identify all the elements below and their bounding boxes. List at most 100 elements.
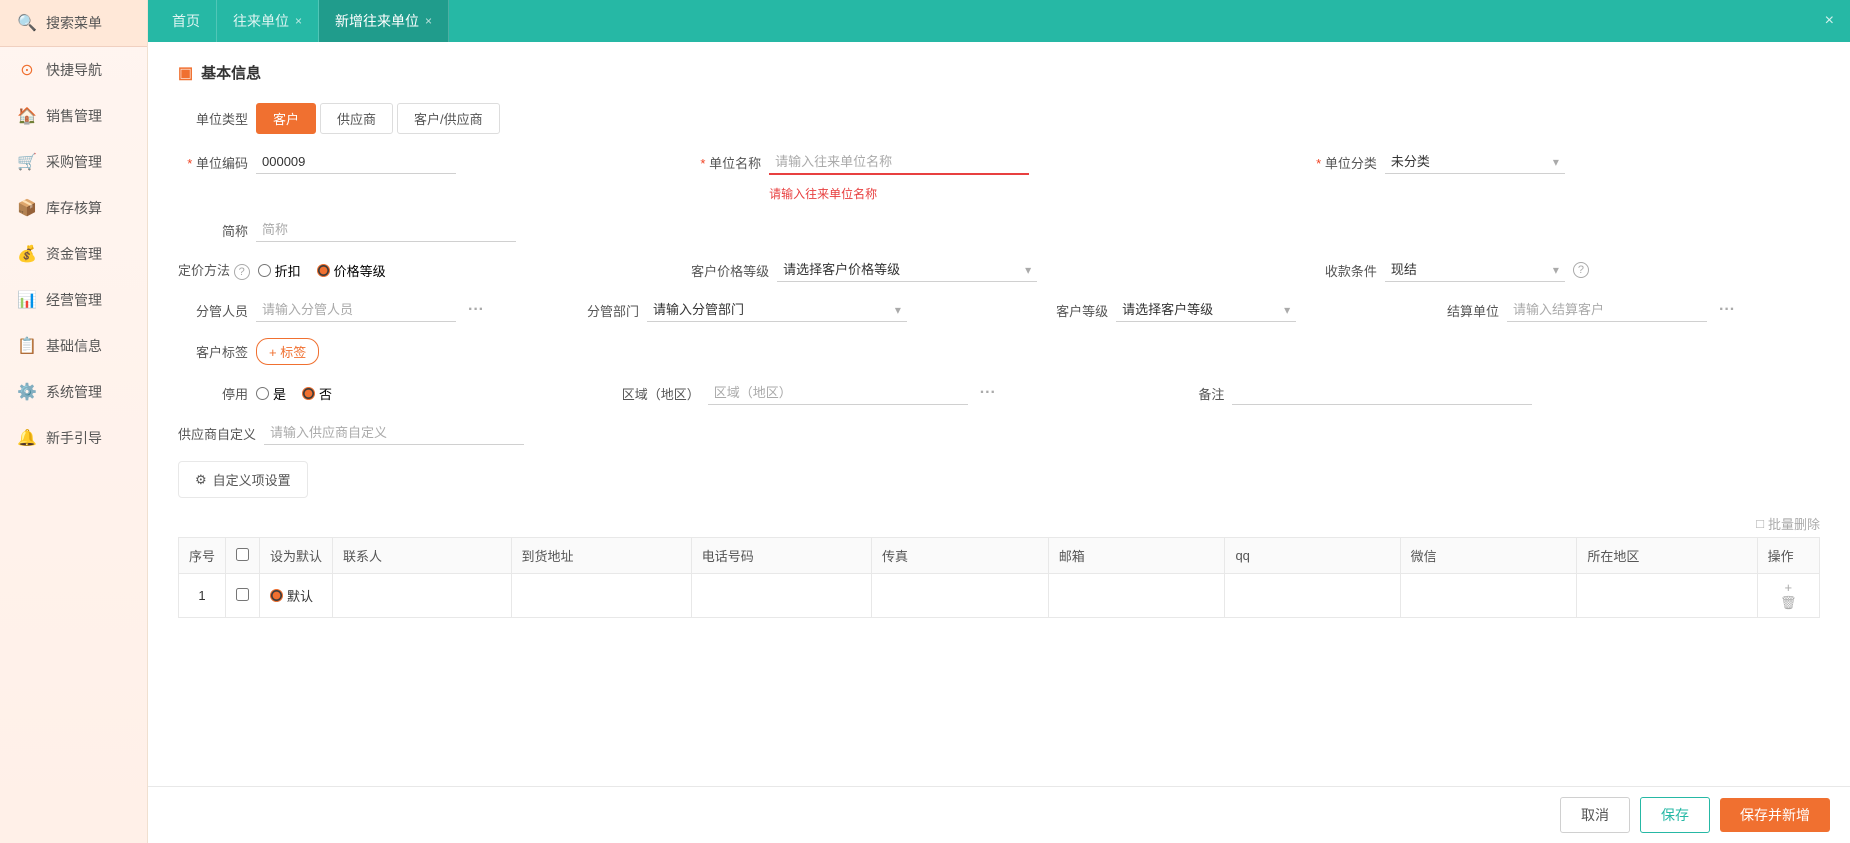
department-select[interactable]: 请输入分管部门 bbox=[647, 298, 907, 322]
row-delete-btn[interactable]: 🗑 bbox=[1780, 595, 1797, 610]
row-actions: + 🗑 bbox=[1757, 574, 1819, 618]
supervisor-input[interactable] bbox=[256, 298, 456, 322]
row-email[interactable] bbox=[1048, 574, 1225, 618]
pricing-discount-radio[interactable] bbox=[258, 264, 271, 277]
batch-delete-area: □ 批量删除 bbox=[178, 514, 1820, 533]
batch-delete-btn[interactable]: 批量删除 bbox=[1768, 514, 1820, 533]
payment-terms-select[interactable]: 现结 bbox=[1385, 258, 1565, 282]
row-phone-input[interactable] bbox=[702, 588, 861, 603]
tab-partners-close[interactable]: × bbox=[295, 14, 302, 28]
sidebar-item-search[interactable]: 🔍 搜索菜单 bbox=[0, 0, 147, 47]
unit-name-input[interactable] bbox=[769, 150, 1029, 175]
unit-type-label: 单位类型 bbox=[178, 109, 248, 128]
sidebar-item-operations[interactable]: 📊 经营管理 bbox=[0, 277, 147, 323]
batch-delete-icon: □ bbox=[1756, 516, 1764, 531]
row-address[interactable] bbox=[511, 574, 691, 618]
sidebar-item-basic[interactable]: 📋 基础信息 bbox=[0, 323, 147, 369]
region-input[interactable] bbox=[708, 381, 968, 405]
row-add-btn[interactable]: + bbox=[1785, 580, 1793, 595]
contacts-table: 序号 设为默认 联系人 到货地址 电话号码 传真 邮箱 qq 微信 所在地区 操… bbox=[178, 537, 1820, 618]
unit-btn-supplier[interactable]: 供应商 bbox=[320, 103, 393, 134]
supervisor-more-btn[interactable]: ··· bbox=[464, 301, 488, 319]
sidebar-item-quick-nav[interactable]: ⊙ 快捷导航 bbox=[0, 47, 147, 93]
row-region-input[interactable] bbox=[1587, 588, 1746, 603]
settlement-unit-label: 结算单位 bbox=[1429, 301, 1499, 320]
unit-code-group: * 单位编码 bbox=[178, 150, 691, 174]
custom-settings-area: ⚙ 自定义项设置 bbox=[178, 461, 1820, 510]
tab-partners[interactable]: 往来单位 × bbox=[217, 0, 319, 42]
pricing-discount-option[interactable]: 折扣 bbox=[258, 261, 301, 280]
row-wechat[interactable] bbox=[1400, 574, 1577, 618]
section-header: ▣ 基本信息 bbox=[178, 62, 1820, 83]
pricing-price-level-option[interactable]: 价格等级 bbox=[317, 261, 386, 280]
customer-price-level-select[interactable]: 请选择客户价格等级 bbox=[777, 258, 1037, 282]
add-tag-button[interactable]: + 标签 bbox=[256, 338, 319, 365]
supervisor-group: 分管人员 ··· bbox=[178, 298, 569, 322]
sidebar-item-guide[interactable]: 🔔 新手引导 bbox=[0, 415, 147, 461]
row-fax-input[interactable] bbox=[882, 588, 1038, 603]
operations-icon: 📊 bbox=[16, 289, 38, 311]
customer-level-select[interactable]: 请选择客户等级 bbox=[1116, 298, 1296, 322]
row-address-input[interactable] bbox=[522, 588, 681, 603]
tab-home[interactable]: 首页 bbox=[156, 0, 217, 42]
col-fax: 传真 bbox=[871, 538, 1048, 574]
customer-tag-group: 客户标签 + 标签 bbox=[178, 338, 1820, 365]
disable-no-option[interactable]: 否 bbox=[302, 384, 332, 403]
region-more-btn[interactable]: ··· bbox=[976, 384, 1000, 402]
pricing-method-label: 定价方法 ? bbox=[178, 260, 250, 280]
section-title: 基本信息 bbox=[201, 62, 261, 83]
settlement-unit-more-btn[interactable]: ··· bbox=[1715, 301, 1739, 319]
row-wechat-input[interactable] bbox=[1411, 588, 1567, 603]
abbr-input[interactable] bbox=[256, 218, 516, 242]
cancel-button[interactable]: 取消 bbox=[1560, 797, 1630, 833]
row-region[interactable] bbox=[1577, 574, 1757, 618]
disable-no-radio[interactable] bbox=[302, 387, 315, 400]
row-check[interactable] bbox=[236, 588, 249, 601]
supplier-custom-input[interactable] bbox=[264, 421, 524, 445]
pricing-price-level-radio[interactable] bbox=[317, 264, 330, 277]
sidebar-item-finance[interactable]: 💰 资金管理 bbox=[0, 231, 147, 277]
sidebar: 🔍 搜索菜单 ⊙ 快捷导航 🏠 销售管理 🛒 采购管理 📦 库存核算 💰 资金管… bbox=[0, 0, 148, 843]
unit-btn-customer[interactable]: 客户 bbox=[256, 103, 316, 134]
abbr-row: 简称 bbox=[178, 218, 1820, 242]
row-qq[interactable] bbox=[1225, 574, 1400, 618]
remark-label: 备注 bbox=[1154, 384, 1224, 403]
save-button[interactable]: 保存 bbox=[1640, 797, 1710, 833]
col-email: 邮箱 bbox=[1048, 538, 1225, 574]
sidebar-item-purchase[interactable]: 🛒 采购管理 bbox=[0, 139, 147, 185]
row-default-radio[interactable] bbox=[270, 589, 283, 602]
system-icon: ⚙️ bbox=[16, 381, 38, 403]
tab-new-partner-close[interactable]: × bbox=[425, 14, 432, 28]
row-phone[interactable] bbox=[691, 574, 871, 618]
sidebar-item-sales[interactable]: 🏠 销售管理 bbox=[0, 93, 147, 139]
save-and-new-button[interactable]: 保存并新增 bbox=[1720, 798, 1830, 832]
unit-name-label: * 单位名称 bbox=[691, 153, 761, 172]
custom-settings-button[interactable]: ⚙ 自定义项设置 bbox=[178, 461, 308, 498]
pricing-help-icon[interactable]: ? bbox=[234, 264, 250, 280]
sidebar-item-system[interactable]: ⚙️ 系统管理 bbox=[0, 369, 147, 415]
payment-terms-help-icon[interactable]: ? bbox=[1573, 262, 1589, 278]
unit-category-select[interactable]: 未分类 bbox=[1385, 150, 1565, 174]
unit-code-input[interactable] bbox=[256, 150, 456, 174]
row-contact[interactable] bbox=[333, 574, 511, 618]
tab-bar: 首页 往来单位 × 新增往来单位 × × bbox=[148, 0, 1850, 42]
remark-input[interactable] bbox=[1232, 381, 1532, 405]
tab-new-partner[interactable]: 新增往来单位 × bbox=[319, 0, 449, 42]
disable-yes-option[interactable]: 是 bbox=[256, 384, 286, 403]
settlement-unit-input[interactable] bbox=[1507, 298, 1707, 322]
unit-btn-both[interactable]: 客户/供应商 bbox=[397, 103, 500, 134]
sidebar-item-inventory[interactable]: 📦 库存核算 bbox=[0, 185, 147, 231]
unit-category-label: * 单位分类 bbox=[1307, 153, 1377, 172]
unit-type-row: 单位类型 客户 供应商 客户/供应商 bbox=[178, 103, 1820, 134]
col-action: 操作 bbox=[1757, 538, 1819, 574]
row-fax[interactable] bbox=[871, 574, 1048, 618]
close-all-tabs[interactable]: × bbox=[1817, 12, 1842, 30]
row-contact-input[interactable] bbox=[343, 588, 500, 603]
row-email-input[interactable] bbox=[1059, 588, 1215, 603]
row-qq-input[interactable] bbox=[1235, 588, 1389, 603]
payment-terms-wrapper: 现结 bbox=[1385, 258, 1565, 282]
disable-yes-radio[interactable] bbox=[256, 387, 269, 400]
table-select-all[interactable] bbox=[236, 548, 249, 561]
unit-info-row: * 单位编码 * 单位名称 请输入往来单位名称 * bbox=[178, 150, 1820, 202]
row-default: 默认 bbox=[260, 574, 333, 618]
